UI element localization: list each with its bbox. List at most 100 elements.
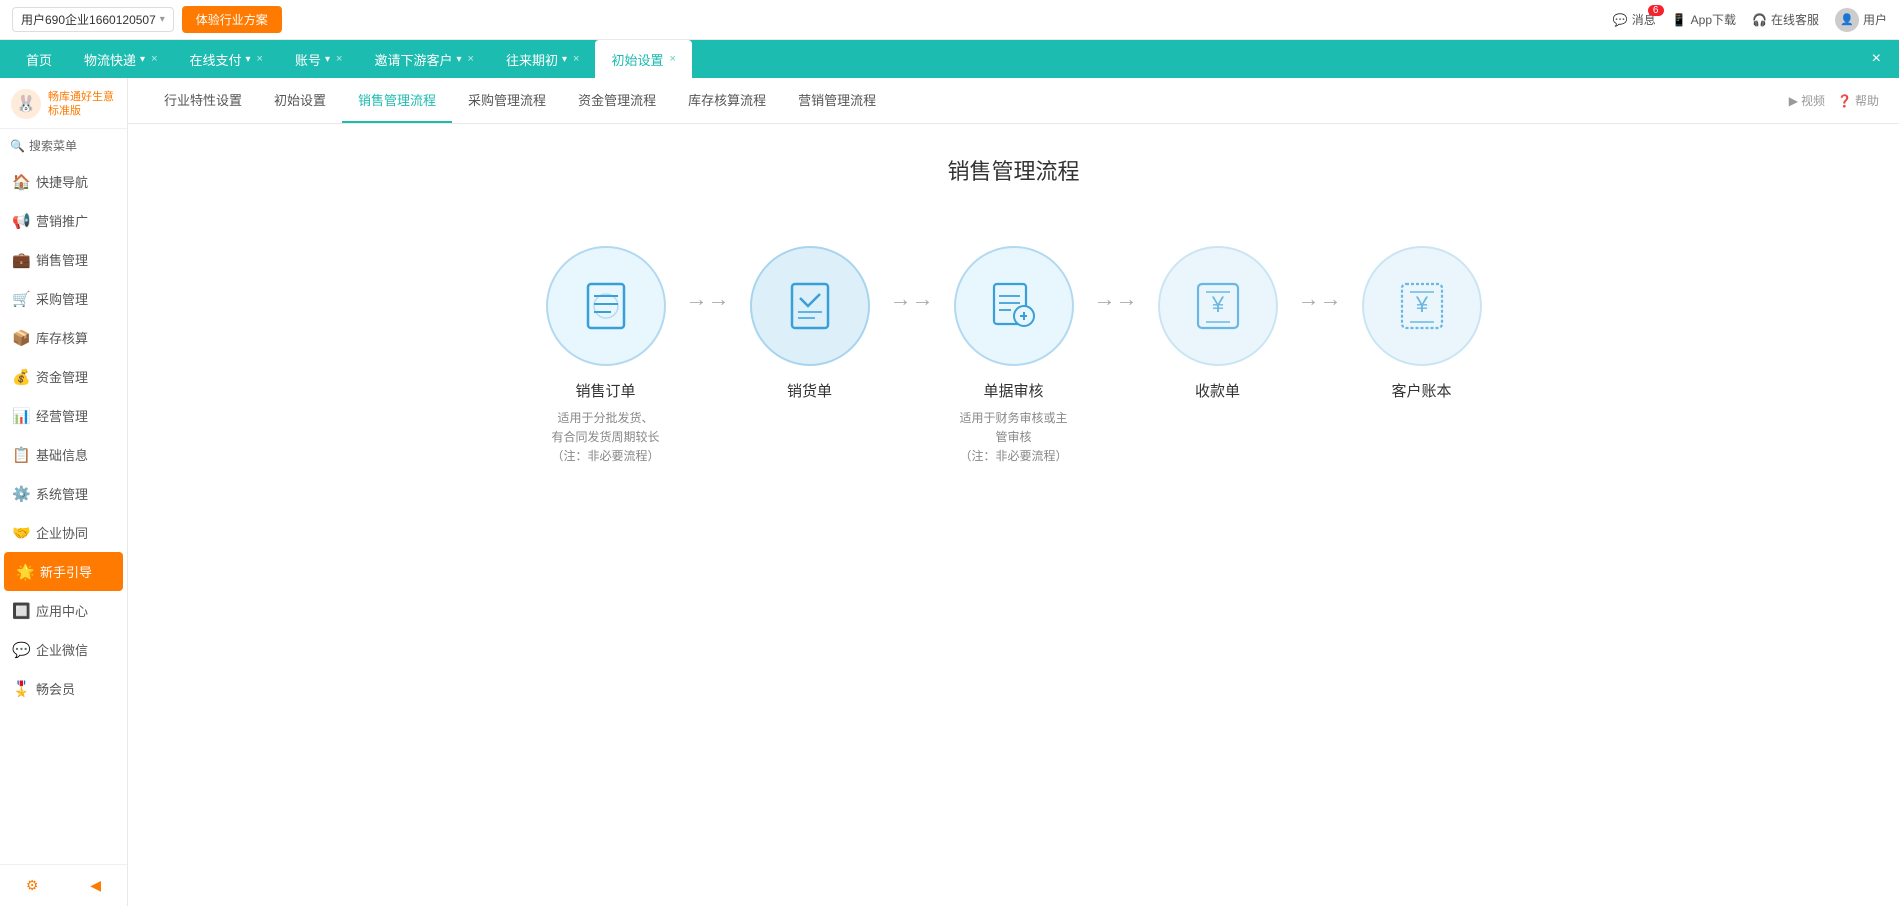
finance-icon: 💰	[12, 368, 30, 386]
subnav-marketing-flow[interactable]: 营销管理流程	[782, 78, 892, 123]
avatar: 👤	[1835, 8, 1859, 32]
tab-home[interactable]: 首页	[10, 40, 68, 78]
svg-text:¥: ¥	[1414, 292, 1428, 317]
inventory-icon: 📦	[12, 329, 30, 347]
main-content: 行业特性设置 初始设置 销售管理流程 采购管理流程 资金管理流程 库存核算流程 …	[128, 78, 1899, 906]
home-icon: 🏠	[12, 173, 30, 191]
nav-tabs: 首页 物流快递 ▾ × 在线支付 ▾ × 账号 ▾ × 邀请下游客户 ▾ × 往…	[0, 40, 1899, 78]
close-icon[interactable]: ×	[573, 53, 579, 65]
sidebar-item-wecom[interactable]: 💬 企业微信	[0, 630, 127, 669]
sales-icon: 💼	[12, 251, 30, 269]
delivery-circle[interactable]	[750, 246, 870, 366]
sidebar-item-inventory[interactable]: 📦 库存核算	[0, 318, 127, 357]
message-button[interactable]: 💬 消息 6	[1613, 11, 1656, 28]
close-icon[interactable]: ×	[257, 53, 263, 65]
sidebar-item-system[interactable]: ⚙️ 系统管理	[0, 474, 127, 513]
app-label: App下载	[1691, 11, 1736, 28]
step3-desc: 适用于财务审核或主管审核（注：非必要流程）	[959, 409, 1067, 467]
sales-order-circle[interactable]	[546, 246, 666, 366]
help-button[interactable]: ❓ 帮助	[1837, 92, 1879, 109]
sidebar-item-purchase[interactable]: 🛒 采购管理	[0, 279, 127, 318]
flow-step-sales-order: 销售订单 适用于分批发货、有合同发货周期较长（注：非必要流程）	[516, 246, 696, 467]
collapse-sidebar-button[interactable]: ◀	[82, 873, 109, 898]
wecom-icon: 💬	[12, 641, 30, 659]
flow-step-receipt: ¥ 收款单	[1128, 246, 1308, 409]
search-menu-button[interactable]: 🔍 搜索菜单	[0, 129, 127, 162]
tab-initial-setup[interactable]: 初始设置 ×	[595, 40, 691, 78]
service-label: 在线客服	[1771, 11, 1819, 28]
close-all-tabs-button[interactable]: ×	[1864, 50, 1889, 68]
sales-order-icon	[576, 276, 636, 336]
tab-invite[interactable]: 邀请下游客户 ▾ ×	[358, 40, 489, 78]
close-icon[interactable]: ×	[468, 53, 474, 65]
user-avatar-area[interactable]: 👤 用户	[1835, 8, 1887, 32]
chevron-icon: ▾	[456, 54, 461, 65]
subnav-initial[interactable]: 初始设置	[258, 78, 342, 123]
sidebar-item-app-center[interactable]: 🔲 应用中心	[0, 591, 127, 630]
flow-step-delivery: 销货单	[720, 246, 900, 409]
sidebar-item-basic-info[interactable]: 📋 基础信息	[0, 435, 127, 474]
settings-bottom-button[interactable]: ⚙	[18, 873, 47, 898]
close-icon[interactable]: ×	[669, 53, 675, 65]
sidebar-item-operation[interactable]: 📊 经营管理	[0, 396, 127, 435]
step1-desc: 适用于分批发货、有合同发货周期较长（注：非必要流程）	[551, 409, 659, 467]
page-content: 销售管理流程 销售订单 适用于分批发货、有合同发货周期较长（	[128, 124, 1899, 906]
play-icon: ▶	[1789, 94, 1798, 108]
close-icon[interactable]: ×	[336, 53, 342, 65]
sidebar-item-enterprise[interactable]: 🤝 企业协同	[0, 513, 127, 552]
video-button[interactable]: ▶ 视频	[1789, 92, 1825, 109]
system-icon: ⚙️	[12, 485, 30, 503]
basic-info-icon: 📋	[12, 446, 30, 464]
subnav-industry[interactable]: 行业特性设置	[148, 78, 258, 123]
experience-button[interactable]: 体验行业方案	[182, 6, 282, 33]
service-button[interactable]: 🎧 在线客服	[1752, 11, 1819, 28]
top-bar-left: 用户690企业1660120507 ▾ 体验行业方案	[12, 6, 282, 33]
tab-period[interactable]: 往来期初 ▾ ×	[490, 40, 595, 78]
sidebar-item-sales[interactable]: 💼 销售管理	[0, 240, 127, 279]
tab-logistics[interactable]: 物流快递 ▾ ×	[68, 40, 173, 78]
tab-payment[interactable]: 在线支付 ▾ ×	[174, 40, 279, 78]
user-label: 用户	[1863, 11, 1887, 28]
step5-label: 客户账本	[1391, 380, 1451, 401]
sidebar-item-finance[interactable]: 💰 资金管理	[0, 357, 127, 396]
account-circle[interactable]: ¥	[1362, 246, 1482, 366]
sidebar-item-vip[interactable]: 🎖️ 畅会员	[0, 669, 127, 708]
operation-icon: 📊	[12, 407, 30, 425]
flow-step-audit: 单据审核 适用于财务审核或主管审核（注：非必要流程）	[924, 246, 1104, 467]
sidebar-bottom: ⚙ ◀	[0, 864, 127, 906]
app-download-button[interactable]: 📱 App下载	[1672, 11, 1736, 28]
chevron-down-icon: ▾	[160, 14, 165, 25]
sidebar: 🐰 畅库通好生意 标准版 🔍 搜索菜单 🏠 快捷导航 📢 营销推广 💼 销售管理…	[0, 78, 128, 906]
page-title: 销售管理流程	[168, 154, 1859, 186]
tab-account[interactable]: 账号 ▾ ×	[279, 40, 358, 78]
logo-text: 畅库通好生意 标准版	[48, 90, 114, 119]
chevron-icon: ▾	[140, 54, 145, 65]
subnav-purchase-flow[interactable]: 采购管理流程	[452, 78, 562, 123]
subnav-sales-flow[interactable]: 销售管理流程	[342, 78, 452, 123]
logo-icon: 🐰	[10, 88, 42, 120]
audit-circle[interactable]	[954, 246, 1074, 366]
flow-chart: 销售订单 适用于分批发货、有合同发货周期较长（注：非必要流程） →→	[168, 246, 1859, 467]
flow-step-account: ¥ 客户账本	[1332, 246, 1512, 409]
purchase-icon: 🛒	[12, 290, 30, 308]
sub-nav-right: ▶ 视频 ❓ 帮助	[1789, 92, 1879, 109]
close-icon[interactable]: ×	[151, 53, 157, 65]
subnav-finance-flow[interactable]: 资金管理流程	[562, 78, 672, 123]
sub-nav: 行业特性设置 初始设置 销售管理流程 采购管理流程 资金管理流程 库存核算流程 …	[128, 78, 1899, 124]
user-name: 用户690企业1660120507	[21, 11, 156, 28]
marketing-icon: 📢	[12, 212, 30, 230]
top-bar: 用户690企业1660120507 ▾ 体验行业方案 💬 消息 6 📱 App下…	[0, 0, 1899, 40]
sidebar-item-marketing[interactable]: 📢 营销推广	[0, 201, 127, 240]
newbie-icon: 🌟	[16, 563, 34, 581]
subnav-inventory-flow[interactable]: 库存核算流程	[672, 78, 782, 123]
delivery-icon	[780, 276, 840, 336]
receipt-circle[interactable]: ¥	[1158, 246, 1278, 366]
sidebar-item-newbie[interactable]: 🌟 新手引导	[4, 552, 123, 591]
app-center-icon: 🔲	[12, 602, 30, 620]
sidebar-item-quick-nav[interactable]: 🏠 快捷导航	[0, 162, 127, 201]
receipt-icon: ¥	[1188, 276, 1248, 336]
sidebar-logo: 🐰 畅库通好生意 标准版	[0, 78, 127, 129]
user-selector[interactable]: 用户690企业1660120507 ▾	[12, 7, 174, 32]
step3-label: 单据审核	[983, 380, 1043, 401]
chevron-icon: ▾	[246, 54, 251, 65]
